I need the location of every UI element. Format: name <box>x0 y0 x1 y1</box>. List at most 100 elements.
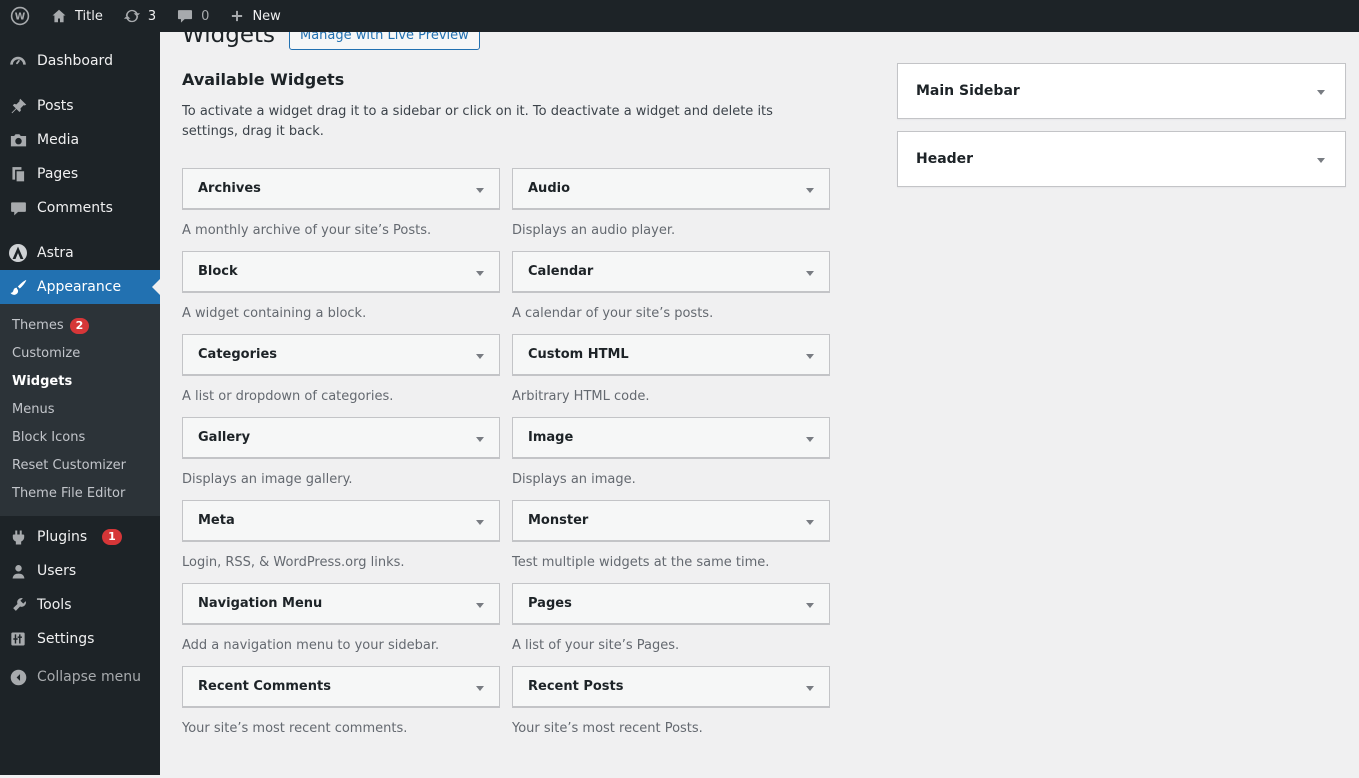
widget-title: Meta <box>198 513 235 528</box>
widget-cell: Audio Displays an audio player. <box>512 168 830 240</box>
widget-card[interactable]: Image <box>512 417 830 458</box>
chevron-down-icon[interactable] <box>1317 158 1325 163</box>
chevron-down-icon[interactable] <box>806 686 814 691</box>
widget-card[interactable]: Recent Comments <box>182 666 500 707</box>
chevron-down-icon[interactable] <box>476 354 484 359</box>
sidebar-item-tools[interactable]: Tools <box>0 588 160 622</box>
sidebar-item-label: Astra <box>37 245 74 261</box>
widget-card[interactable]: Gallery <box>182 417 500 458</box>
chevron-down-icon[interactable] <box>806 603 814 608</box>
brush-icon <box>8 277 28 297</box>
widget-title: Custom HTML <box>528 347 629 362</box>
widget-cell: Block A widget containing a block. <box>182 251 500 323</box>
sidebar-item-pages[interactable]: Pages <box>0 157 160 191</box>
widget-area-panel[interactable]: Header <box>897 131 1346 187</box>
widget-title: Navigation Menu <box>198 596 322 611</box>
sidebar-item-dashboard[interactable]: Dashboard <box>0 44 160 78</box>
widget-card[interactable]: Calendar <box>512 251 830 292</box>
sidebar-item-plugins[interactable]: Plugins 1 <box>0 520 160 554</box>
submenu-item-customize[interactable]: Customize <box>0 340 160 368</box>
sidebar-item-users[interactable]: Users <box>0 554 160 588</box>
widget-description: Login, RSS, & WordPress.org links. <box>182 554 500 572</box>
sidebar-item-settings[interactable]: Settings <box>0 622 160 656</box>
new-content-menu[interactable]: New <box>219 0 290 32</box>
new-label: New <box>252 9 280 24</box>
widget-description: Your site’s most recent comments. <box>182 720 500 738</box>
chevron-down-icon[interactable] <box>476 603 484 608</box>
widget-card[interactable]: Custom HTML <box>512 334 830 375</box>
widget-cell: Navigation Menu Add a navigation menu to… <box>182 583 500 655</box>
wordpress-logo-icon: W <box>10 6 30 26</box>
widget-description: Displays an audio player. <box>512 222 830 240</box>
widget-cell: Pages A list of your site’s Pages. <box>512 583 830 655</box>
users-icon <box>8 561 28 581</box>
widget-card[interactable]: Categories <box>182 334 500 375</box>
widget-cell: Meta Login, RSS, & WordPress.org links. <box>182 500 500 572</box>
submenu-item-menus[interactable]: Menus <box>0 396 160 424</box>
updates-count: 3 <box>148 9 156 24</box>
widget-description: Displays an image. <box>512 471 830 489</box>
widget-title: Calendar <box>528 264 593 279</box>
widget-cell: Categories A list or dropdown of categor… <box>182 334 500 406</box>
chevron-down-icon[interactable] <box>476 520 484 525</box>
updates-menu[interactable]: 3 <box>113 0 166 32</box>
submenu-item-widgets[interactable]: Widgets <box>0 368 160 396</box>
widget-card[interactable]: Meta <box>182 500 500 541</box>
widget-title: Image <box>528 430 573 445</box>
chevron-down-icon[interactable] <box>476 271 484 276</box>
comments-menu[interactable]: 0 <box>166 0 219 32</box>
widget-title: Recent Posts <box>528 679 624 694</box>
sidebar-item-label: Posts <box>37 98 74 114</box>
chevron-down-icon[interactable] <box>806 188 814 193</box>
sidebar-item-media[interactable]: Media <box>0 123 160 157</box>
widget-description: Displays an image gallery. <box>182 471 500 489</box>
chevron-down-icon[interactable] <box>476 686 484 691</box>
sidebar-item-label: Media <box>37 132 79 148</box>
widget-cell: Gallery Displays an image gallery. <box>182 417 500 489</box>
widget-card[interactable]: Audio <box>512 168 830 209</box>
sidebar-item-appearance[interactable]: Appearance <box>0 270 160 304</box>
submenu-item-themes[interactable]: Themes2 <box>0 312 160 340</box>
widget-card[interactable]: Pages <box>512 583 830 624</box>
chevron-down-icon[interactable] <box>806 354 814 359</box>
chevron-down-icon[interactable] <box>476 188 484 193</box>
sidebar-item-comments[interactable]: Comments <box>0 191 160 225</box>
submenu-item-block-icons[interactable]: Block Icons <box>0 424 160 452</box>
widget-card[interactable]: Archives <box>182 168 500 209</box>
sidebar-item-posts[interactable]: Posts <box>0 89 160 123</box>
plug-icon <box>8 527 28 547</box>
sidebar-item-label: Dashboard <box>37 53 113 69</box>
widget-cell: Image Displays an image. <box>512 417 830 489</box>
collapse-menu-button[interactable]: Collapse menu <box>0 660 160 694</box>
submenu-item-reset-customizer[interactable]: Reset Customizer <box>0 452 160 480</box>
chevron-down-icon[interactable] <box>476 437 484 442</box>
submenu-item-label: Widgets <box>12 374 72 389</box>
widget-card[interactable]: Block <box>182 251 500 292</box>
widget-title: Monster <box>528 513 588 528</box>
chevron-down-icon[interactable] <box>806 520 814 525</box>
widget-description: A monthly archive of your site’s Posts. <box>182 222 500 240</box>
widget-card[interactable]: Navigation Menu <box>182 583 500 624</box>
site-link[interactable]: Title <box>40 0 113 32</box>
widget-cell: Archives A monthly archive of your site’… <box>182 168 500 240</box>
widget-description: A list or dropdown of categories. <box>182 388 500 406</box>
widget-description: Test multiple widgets at the same time. <box>512 554 830 572</box>
sidebar-item-astra[interactable]: Astra <box>0 236 160 270</box>
wordpress-menu[interactable]: W <box>0 0 40 32</box>
submenu-item-label: Theme File Editor <box>12 486 125 501</box>
media-icon <box>8 130 28 150</box>
home-icon <box>50 7 68 25</box>
svg-text:W: W <box>15 12 26 23</box>
submenu-item-theme-file-editor[interactable]: Theme File Editor <box>0 480 160 508</box>
widget-card[interactable]: Recent Posts <box>512 666 830 707</box>
widget-area-panel[interactable]: Main Sidebar <box>897 63 1346 119</box>
chevron-down-icon[interactable] <box>806 271 814 276</box>
widget-description: Your site’s most recent Posts. <box>512 720 830 738</box>
settings-icon <box>8 629 28 649</box>
sidebar-item-label: Comments <box>37 200 113 216</box>
chevron-down-icon[interactable] <box>1317 90 1325 95</box>
widget-cell: Recent Comments Your site’s most recent … <box>182 666 500 738</box>
submenu-item-label: Menus <box>12 402 54 417</box>
widget-card[interactable]: Monster <box>512 500 830 541</box>
chevron-down-icon[interactable] <box>806 437 814 442</box>
